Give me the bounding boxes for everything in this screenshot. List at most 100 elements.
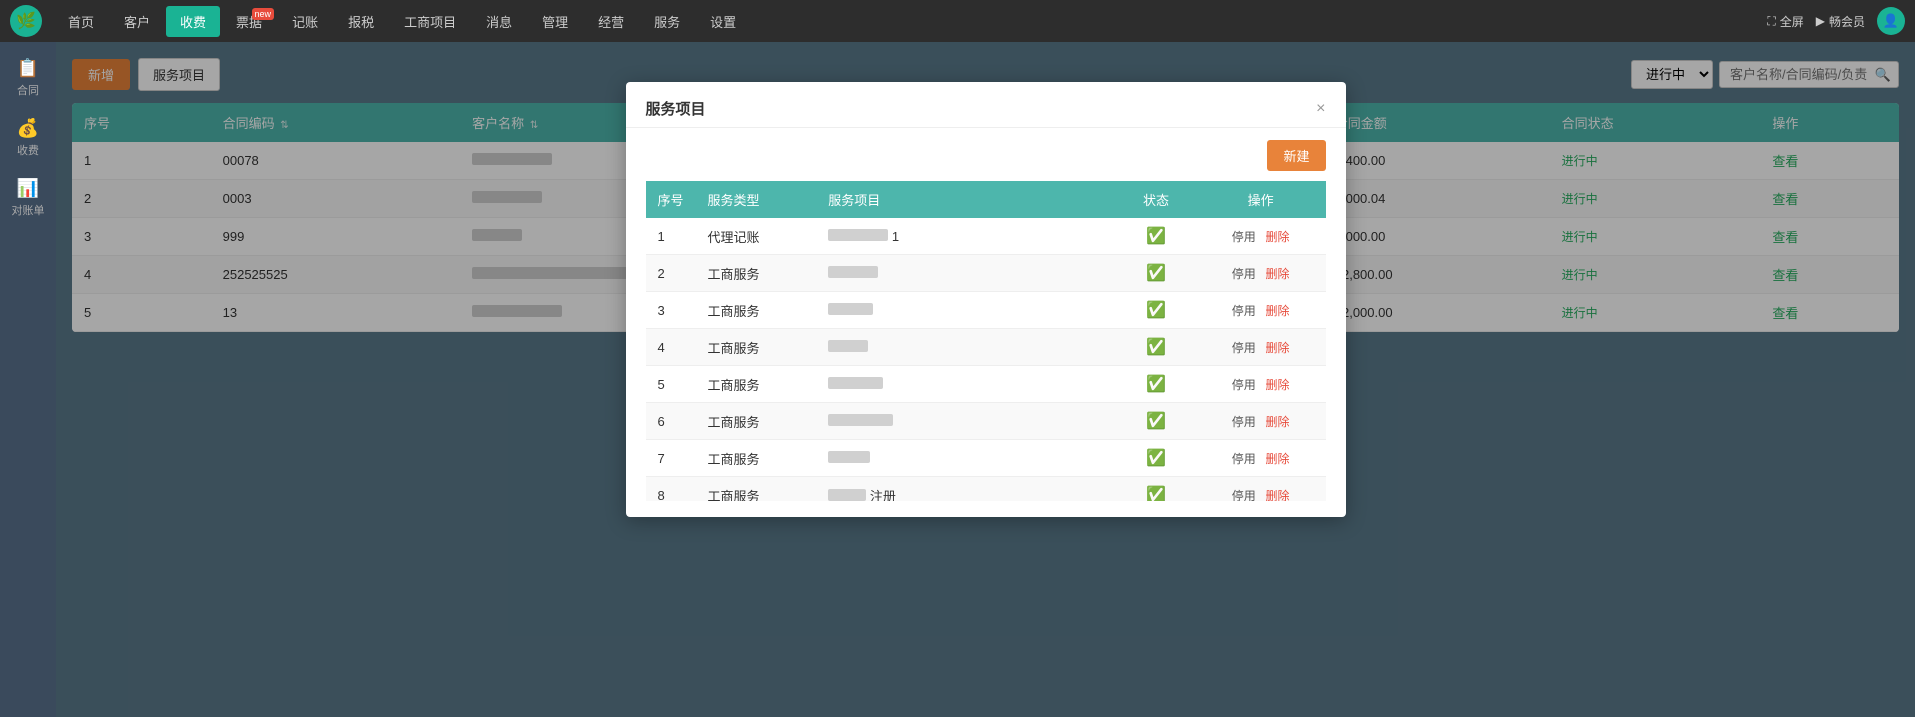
modal-row-type: 工商服务 (696, 329, 817, 366)
delete-button[interactable]: 删除 (1265, 230, 1289, 244)
modal-row-index: 5 (646, 366, 696, 403)
modal-table-row: 3 工商服务 ✅ 停用 删除 (646, 292, 1326, 329)
modal-col-action: 操作 (1196, 181, 1326, 218)
member-button[interactable]: ▶ 畅会员 (1816, 13, 1865, 30)
nav-item-home[interactable]: 首页 (54, 6, 108, 37)
stop-button[interactable]: 停用 (1232, 489, 1256, 502)
status-check-icon: ✅ (1146, 339, 1166, 356)
contract-icon: 📋 (17, 58, 39, 79)
new-badge: new (252, 8, 275, 20)
modal-col-status: 状态 (1116, 181, 1195, 218)
stop-button[interactable]: 停用 (1232, 267, 1256, 281)
stop-button[interactable]: 停用 (1232, 378, 1256, 392)
modal-row-status: ✅ (1116, 403, 1195, 440)
status-check-icon: ✅ (1146, 265, 1166, 282)
nav-item-customer[interactable]: 客户 (110, 6, 164, 37)
modal-row-actions: 停用 删除 (1196, 366, 1326, 403)
delete-button[interactable]: 删除 (1265, 304, 1289, 318)
nav-item-fee[interactable]: 收费 (166, 6, 220, 37)
status-check-icon: ✅ (1146, 302, 1166, 319)
nav-right-section: ⛶ 全屏 ▶ 畅会员 👤 (1767, 7, 1905, 35)
modal-row-actions: 停用 删除 (1196, 329, 1326, 366)
modal-row-actions: 停用 删除 (1196, 255, 1326, 292)
status-check-icon: ✅ (1146, 487, 1166, 501)
status-check-icon: ✅ (1146, 376, 1166, 393)
delete-button[interactable]: 删除 (1265, 378, 1289, 392)
modal-table-row: 6 工商服务 ✅ 停用 删除 (646, 403, 1326, 440)
modal-table-scroll[interactable]: 序号 服务类型 服务项目 状态 操作 1 代理记账 (646, 181, 1326, 501)
modal-row-status: ✅ (1116, 292, 1195, 329)
modal-row-actions: 停用 删除 (1196, 403, 1326, 440)
modal-row-type: 代理记账 (696, 218, 817, 255)
delete-button[interactable]: 删除 (1265, 489, 1289, 502)
nav-item-settings[interactable]: 设置 (696, 6, 750, 37)
modal-overlay: 服务项目 × 新建 序号 服务类型 服务项目 (56, 42, 1915, 717)
status-check-icon: ✅ (1146, 413, 1166, 430)
modal-new-button[interactable]: 新建 (1267, 140, 1325, 171)
modal-col-service-item: 服务项目 (816, 181, 1116, 218)
modal-title: 服务项目 (646, 98, 706, 119)
modal-toolbar: 新建 (646, 140, 1326, 171)
nav-item-tax[interactable]: 报税 (334, 6, 388, 37)
delete-button[interactable]: 删除 (1265, 341, 1289, 355)
modal-row-actions: 停用 删除 (1196, 218, 1326, 255)
user-avatar[interactable]: 👤 (1877, 7, 1905, 35)
modal-row-item (816, 366, 1116, 403)
modal-row-index: 1 (646, 218, 696, 255)
modal-table-row: 4 工商服务 ✅ 停用 删除 (646, 329, 1326, 366)
fee-icon: 💰 (17, 118, 39, 139)
modal-col-index: 序号 (646, 181, 696, 218)
modal-table-row: 7 工商服务 ✅ 停用 删除 (646, 440, 1326, 477)
modal-row-item (816, 440, 1116, 477)
modal-row-item (816, 403, 1116, 440)
modal-row-status: ✅ (1116, 366, 1195, 403)
modal-row-actions: 停用 删除 (1196, 292, 1326, 329)
modal-row-type: 工商服务 (696, 366, 817, 403)
content-area: 新增 服务项目 进行中 已完成 已终止 🔍 序号 合同编码 ⇅ (56, 42, 1915, 717)
main-layout: 📋 合同 💰 收费 📊 对账单 新增 服务项目 进行中 已完成 已终止 (0, 42, 1915, 717)
stop-button[interactable]: 停用 (1232, 230, 1256, 244)
stop-button[interactable]: 停用 (1232, 452, 1256, 466)
nav-item-service[interactable]: 服务 (640, 6, 694, 37)
modal-close-button[interactable]: × (1316, 100, 1325, 118)
nav-item-finance[interactable]: 经营 (584, 6, 638, 37)
delete-button[interactable]: 删除 (1265, 452, 1289, 466)
modal-row-item: 注册 (816, 477, 1116, 502)
modal-row-type: 工商服务 (696, 440, 817, 477)
modal-row-type: 工商服务 (696, 255, 817, 292)
nav-menu: 首页 客户 收费 票据 new 记账 报税 工商项目 消息 管理 经营 服务 设… (54, 6, 1767, 37)
sidebar-item-contract-label: 合同 (17, 82, 39, 98)
modal-table-row: 1 代理记账 1 ✅ 停用 删除 (646, 218, 1326, 255)
sidebar-item-fee[interactable]: 💰 收费 (3, 110, 53, 166)
nav-item-message[interactable]: 消息 (472, 6, 526, 37)
app-logo: 🌿 (10, 5, 42, 37)
modal-row-type: 工商服务 (696, 292, 817, 329)
stop-button[interactable]: 停用 (1232, 304, 1256, 318)
fullscreen-button[interactable]: ⛶ 全屏 (1767, 13, 1803, 30)
sidebar-item-contract[interactable]: 📋 合同 (3, 50, 53, 106)
stop-button[interactable]: 停用 (1232, 415, 1256, 429)
stop-button[interactable]: 停用 (1232, 341, 1256, 355)
modal-row-type: 工商服务 (696, 477, 817, 502)
sidebar-item-statement-label: 对账单 (12, 202, 45, 218)
modal-row-index: 2 (646, 255, 696, 292)
sidebar-item-statement[interactable]: 📊 对账单 (3, 170, 53, 226)
nav-item-ticket[interactable]: 票据 new (222, 6, 276, 37)
delete-button[interactable]: 删除 (1265, 415, 1289, 429)
nav-item-business[interactable]: 工商项目 (390, 6, 470, 37)
modal-header: 服务项目 × (626, 82, 1346, 128)
service-items-table: 序号 服务类型 服务项目 状态 操作 1 代理记账 (646, 181, 1326, 501)
modal-row-status: ✅ (1116, 329, 1195, 366)
sidebar-item-fee-label: 收费 (17, 142, 39, 158)
modal-row-item: 1 (816, 218, 1116, 255)
modal-table-row: 2 工商服务 ✅ 停用 删除 (646, 255, 1326, 292)
status-check-icon: ✅ (1146, 450, 1166, 467)
statement-icon: 📊 (17, 178, 39, 199)
modal-row-index: 8 (646, 477, 696, 502)
top-navigation: 🌿 首页 客户 收费 票据 new 记账 报税 工商项目 消息 管理 经营 服务… (0, 0, 1915, 42)
delete-button[interactable]: 删除 (1265, 267, 1289, 281)
modal-row-status: ✅ (1116, 218, 1195, 255)
nav-item-ledger[interactable]: 记账 (278, 6, 332, 37)
modal-row-index: 3 (646, 292, 696, 329)
nav-item-manage[interactable]: 管理 (528, 6, 582, 37)
